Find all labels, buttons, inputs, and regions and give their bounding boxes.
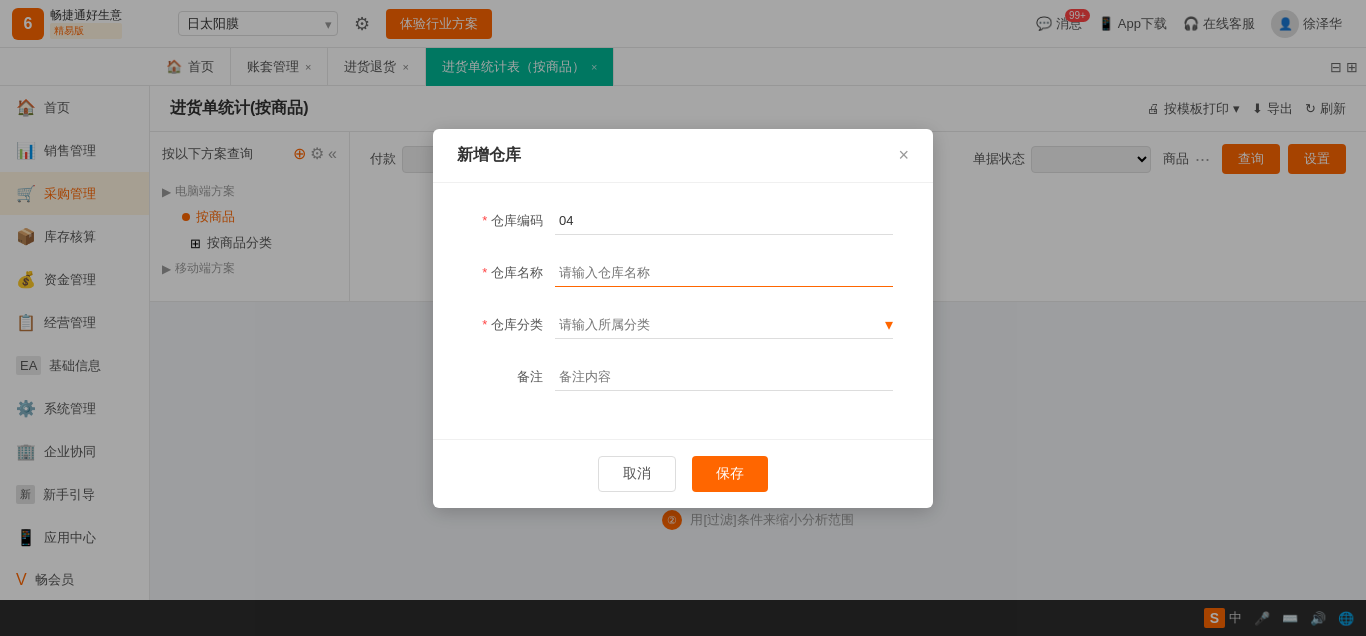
modal-dialog: 新增仓库 × 仓库编码 仓库名称 仓库分类 ▾: [433, 129, 933, 508]
form-row-code: 仓库编码: [473, 207, 893, 235]
modal-header: 新增仓库 ×: [433, 129, 933, 183]
modal-body: 仓库编码 仓库名称 仓库分类 ▾ 备注: [433, 183, 933, 439]
note-label: 备注: [473, 368, 543, 386]
name-input[interactable]: [555, 259, 893, 287]
code-label: 仓库编码: [473, 212, 543, 230]
code-input[interactable]: [555, 207, 893, 235]
modal-title: 新增仓库: [457, 145, 521, 166]
form-row-category: 仓库分类 ▾: [473, 311, 893, 339]
form-row-note: 备注: [473, 363, 893, 391]
form-row-name: 仓库名称: [473, 259, 893, 287]
note-input[interactable]: [555, 363, 893, 391]
cancel-button[interactable]: 取消: [598, 456, 676, 492]
category-label: 仓库分类: [473, 316, 543, 334]
category-select-wrap: ▾: [555, 311, 893, 339]
category-chevron-icon[interactable]: ▾: [885, 315, 893, 334]
category-input[interactable]: [555, 311, 885, 338]
save-button[interactable]: 保存: [692, 456, 768, 492]
name-label: 仓库名称: [473, 264, 543, 282]
modal-overlay[interactable]: 新增仓库 × 仓库编码 仓库名称 仓库分类 ▾: [0, 0, 1366, 636]
modal-close-button[interactable]: ×: [898, 145, 909, 166]
modal-footer: 取消 保存: [433, 439, 933, 508]
